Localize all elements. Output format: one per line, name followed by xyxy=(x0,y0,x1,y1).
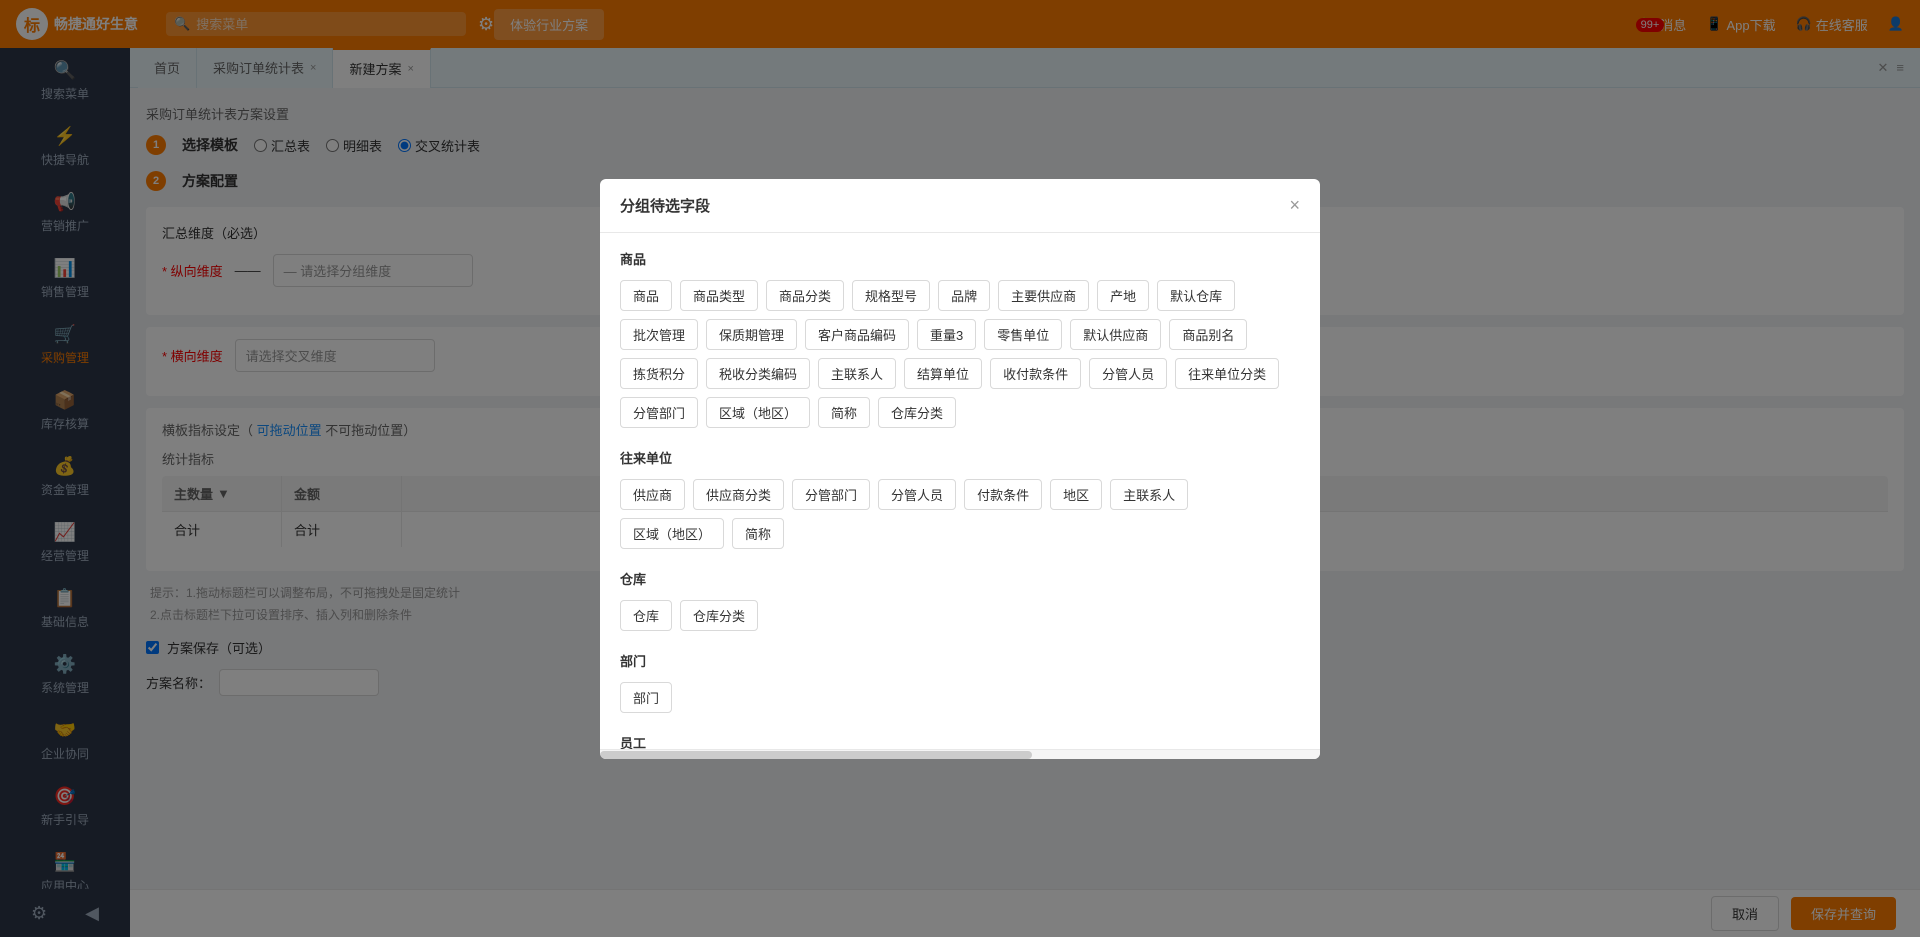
field-abbr[interactable]: 简称 xyxy=(818,397,870,428)
field-brand[interactable]: 品牌 xyxy=(938,280,990,311)
field-warehouse-cat[interactable]: 仓库分类 xyxy=(878,397,956,428)
field-partner-category[interactable]: 往来单位分类 xyxy=(1175,358,1279,389)
field-partner-supervisor[interactable]: 分管人员 xyxy=(878,479,956,510)
field-warehouse[interactable]: 仓库 xyxy=(620,600,672,631)
section-department: 部门 部门 xyxy=(620,651,1300,713)
field-dept[interactable]: 分管部门 xyxy=(620,397,698,428)
field-district[interactable]: 地区 xyxy=(1050,479,1102,510)
field-alias[interactable]: 商品别名 xyxy=(1169,319,1247,350)
field-default-warehouse[interactable]: 默认仓库 xyxy=(1157,280,1235,311)
field-supplier[interactable]: 供应商 xyxy=(620,479,685,510)
scrollbar-thumb-h xyxy=(600,751,1032,759)
modal-scrollbar-horizontal[interactable] xyxy=(600,749,1320,759)
field-retail-unit[interactable]: 零售单位 xyxy=(984,319,1062,350)
field-main-contact[interactable]: 主联系人 xyxy=(818,358,896,389)
modal-header: 分组待选字段 × xyxy=(600,179,1320,233)
modal-close-btn[interactable]: × xyxy=(1289,196,1300,214)
section-warehouse: 仓库 仓库 仓库分类 xyxy=(620,569,1300,631)
dept-field-grid: 部门 xyxy=(620,682,1300,713)
field-partner-contact[interactable]: 主联系人 xyxy=(1110,479,1188,510)
field-department[interactable]: 部门 xyxy=(620,682,672,713)
field-payment-terms[interactable]: 收付款条件 xyxy=(990,358,1081,389)
modal-dialog: 分组待选字段 × 商品 商品 商品类型 商品分类 规格型号 品牌 主要供应商 产… xyxy=(600,179,1320,759)
field-customer-code[interactable]: 客户商品编码 xyxy=(805,319,909,350)
modal-overlay[interactable]: 分组待选字段 × 商品 商品 商品类型 商品分类 规格型号 品牌 主要供应商 产… xyxy=(0,0,1920,937)
field-pick-score[interactable]: 拣货积分 xyxy=(620,358,698,389)
field-default-supplier[interactable]: 默认供应商 xyxy=(1070,319,1161,350)
modal-title: 分组待选字段 xyxy=(620,195,710,216)
goods-field-grid: 商品 商品类型 商品分类 规格型号 品牌 主要供应商 产地 默认仓库 批次管理 … xyxy=(620,280,1300,428)
field-tax-code[interactable]: 税收分类编码 xyxy=(706,358,810,389)
section-partner-title: 往来单位 xyxy=(620,448,1300,467)
field-region[interactable]: 区域（地区） xyxy=(706,397,810,428)
field-origin[interactable]: 产地 xyxy=(1097,280,1149,311)
field-settlement-unit[interactable]: 结算单位 xyxy=(904,358,982,389)
field-warehouse-category[interactable]: 仓库分类 xyxy=(680,600,758,631)
section-goods-title: 商品 xyxy=(620,249,1300,268)
field-supervisor[interactable]: 分管人员 xyxy=(1089,358,1167,389)
field-payment-condition[interactable]: 付款条件 xyxy=(964,479,1042,510)
warehouse-field-grid: 仓库 仓库分类 xyxy=(620,600,1300,631)
section-employee-title: 员工 xyxy=(620,733,1300,749)
field-batch[interactable]: 批次管理 xyxy=(620,319,698,350)
section-dept-title: 部门 xyxy=(620,651,1300,670)
field-supplier-category[interactable]: 供应商分类 xyxy=(693,479,784,510)
section-warehouse-title: 仓库 xyxy=(620,569,1300,588)
field-partner-dept[interactable]: 分管部门 xyxy=(792,479,870,510)
field-shelf-life[interactable]: 保质期管理 xyxy=(706,319,797,350)
field-partner-abbr[interactable]: 简称 xyxy=(732,518,784,549)
section-employee: 员工 业务员 xyxy=(620,733,1300,749)
field-weight[interactable]: 重量3 xyxy=(917,319,976,350)
section-goods: 商品 商品 商品类型 商品分类 规格型号 品牌 主要供应商 产地 默认仓库 批次… xyxy=(620,249,1300,428)
modal-body: 商品 商品 商品类型 商品分类 规格型号 品牌 主要供应商 产地 默认仓库 批次… xyxy=(600,233,1320,749)
field-goods-category[interactable]: 商品分类 xyxy=(766,280,844,311)
field-partner-region[interactable]: 区域（地区） xyxy=(620,518,724,549)
partner-field-grid: 供应商 供应商分类 分管部门 分管人员 付款条件 地区 主联系人 区域（地区） … xyxy=(620,479,1300,549)
field-goods-type[interactable]: 商品类型 xyxy=(680,280,758,311)
field-goods[interactable]: 商品 xyxy=(620,280,672,311)
field-spec-model[interactable]: 规格型号 xyxy=(852,280,930,311)
field-main-supplier[interactable]: 主要供应商 xyxy=(998,280,1089,311)
section-partner: 往来单位 供应商 供应商分类 分管部门 分管人员 付款条件 地区 主联系人 区域… xyxy=(620,448,1300,549)
